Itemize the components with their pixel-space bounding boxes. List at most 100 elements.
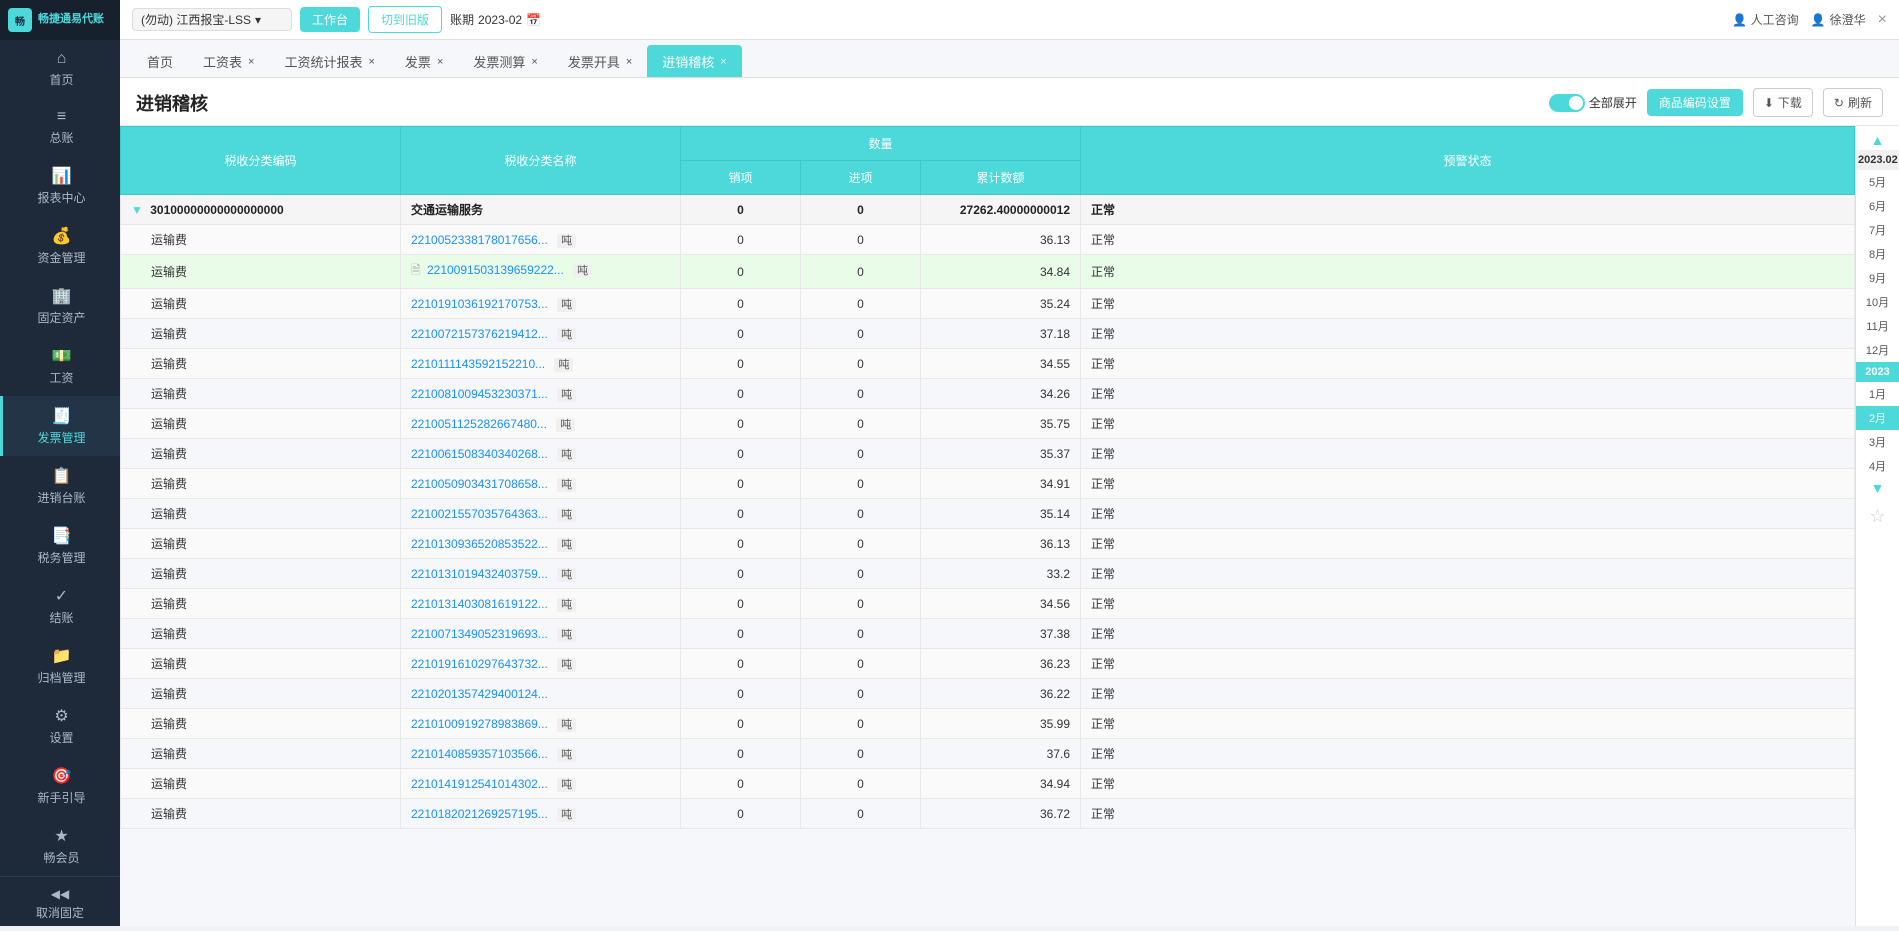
table-row[interactable]: 运输费 2210072157376219412... 吨 0 0 37.18 正…: [121, 319, 1855, 349]
tab-salary-table[interactable]: 工资表 ×: [188, 45, 269, 77]
row-purchase: 0: [801, 649, 921, 679]
tab-invoice-issue-label: 发票开具: [568, 52, 620, 71]
table-row[interactable]: 运输费 2210130936520853522... 吨 0 0 36.13 正…: [121, 529, 1855, 559]
row-item-name: 运输费: [121, 709, 401, 739]
date-nav-down[interactable]: ▼: [1869, 478, 1887, 498]
table-row[interactable]: 运输费 2210191036192170753... 吨 0 0 35.24 正…: [121, 289, 1855, 319]
table-row[interactable]: 运输费 2210201357429400124... 0 0 36.22 正常: [121, 679, 1855, 709]
month-sep[interactable]: 9月: [1856, 266, 1899, 290]
download-button[interactable]: ⬇ 下载: [1753, 88, 1813, 117]
period-label: 账期: [450, 11, 474, 28]
sidebar-item-funds[interactable]: 💰 资金管理: [0, 216, 120, 276]
topbar-right: 👤 人工咨询 👤 徐澄华 ×: [1732, 11, 1887, 29]
close-button[interactable]: ×: [1878, 11, 1887, 29]
tab-salary-report[interactable]: 工资统计报表 ×: [269, 45, 389, 77]
month-jun[interactable]: 6月: [1856, 194, 1899, 218]
sidebar-item-salary[interactable]: 💵 工资: [0, 336, 120, 396]
row-item-name: 运输费: [121, 649, 401, 679]
tab-salary-report-close[interactable]: ×: [368, 56, 374, 68]
sidebar-item-home[interactable]: ⌂ 首页: [0, 40, 120, 98]
month-feb-active[interactable]: 2月: [1856, 406, 1899, 430]
sidebar-item-archive[interactable]: 📁 归档管理: [0, 636, 120, 696]
row-sales: 0: [681, 619, 801, 649]
tab-invoice[interactable]: 发票 ×: [390, 45, 458, 77]
month-mar[interactable]: 3月: [1856, 430, 1899, 454]
month-dec[interactable]: 12月: [1856, 338, 1899, 362]
company-selector[interactable]: (勿动) 江西报宝-LSS ▾: [132, 8, 292, 31]
invoice-icon: 🧾: [52, 406, 72, 426]
favorites-icon[interactable]: ☆: [1869, 506, 1885, 527]
tab-salary-close[interactable]: ×: [248, 56, 254, 68]
tab-invoice-issue[interactable]: 发票开具 ×: [553, 45, 647, 77]
table-row[interactable]: 运输费 2210071349052319693... 吨 0 0 37.38 正…: [121, 619, 1855, 649]
table-row[interactable]: 运输费 2210021557035764363... 吨 0 0 35.14 正…: [121, 499, 1855, 529]
sidebar-item-sales-ledger[interactable]: 📋 进销台账: [0, 456, 120, 516]
row-sales: 0: [681, 225, 801, 255]
tab-invoice-close[interactable]: ×: [437, 56, 443, 68]
table-row[interactable]: 运输费 2210061508340340268... 吨 0 0 35.37 正…: [121, 439, 1855, 469]
support-link[interactable]: 👤 人工咨询: [1732, 11, 1798, 28]
row-sales: 0: [681, 319, 801, 349]
row-cumulative: 36.72: [921, 799, 1081, 829]
user-profile[interactable]: 👤 徐澄华: [1811, 11, 1866, 28]
date-nav-up[interactable]: ▲: [1869, 130, 1887, 150]
month-jan[interactable]: 1月: [1856, 382, 1899, 406]
sidebar-item-settings[interactable]: ⚙ 设置: [0, 696, 120, 756]
collapse-icon[interactable]: ▼: [131, 203, 143, 217]
month-may[interactable]: 5月: [1856, 170, 1899, 194]
sidebar-item-guide[interactable]: 🎯 新手引导: [0, 756, 120, 816]
table-row[interactable]: 运输费 2210052338178017656... 吨 0 0 36.13 正…: [121, 225, 1855, 255]
month-jul[interactable]: 7月: [1856, 218, 1899, 242]
table-row[interactable]: 运输费 2210182021269257195... 吨 0 0 36.72 正…: [121, 799, 1855, 829]
row-sales: 0: [681, 255, 801, 289]
table-row[interactable]: 运输费 2210191610297643732... 吨 0 0 36.23 正…: [121, 649, 1855, 679]
table-row[interactable]: 运输费 2210081009453230371... 吨 0 0 34.26 正…: [121, 379, 1855, 409]
tab-invoice-issue-close[interactable]: ×: [626, 56, 632, 68]
sidebar-item-reports[interactable]: 📊 报表中心: [0, 156, 120, 216]
page-header: 进销稽核 全部展开 商品编码设置 ⬇ 下载 ↻ 刷新: [120, 78, 1899, 126]
calendar-icon[interactable]: 📅: [526, 13, 541, 27]
sidebar-item-tax[interactable]: 📑 税务管理: [0, 516, 120, 576]
support-icon: 👤: [1732, 13, 1747, 27]
tab-reconcile[interactable]: 进销稽核 ×: [647, 45, 741, 77]
month-oct[interactable]: 10月: [1856, 290, 1899, 314]
workspace-button[interactable]: 工作台: [300, 7, 360, 32]
month-apr[interactable]: 4月: [1856, 454, 1899, 478]
table-row[interactable]: 运输费 2210111143592152210... 吨 0 0 34.55 正…: [121, 349, 1855, 379]
sidebar-item-label: 进销台账: [37, 489, 85, 506]
table-row[interactable]: 运输费 2210051125282667480... 吨 0 0 35.75 正…: [121, 409, 1855, 439]
month-aug[interactable]: 8月: [1856, 242, 1899, 266]
settings-button[interactable]: 商品编码设置: [1647, 89, 1743, 116]
sidebar-item-label: 设置: [49, 729, 73, 746]
expand-all-toggle[interactable]: 全部展开: [1549, 94, 1637, 112]
tab-salary-label: 工资表: [203, 52, 242, 71]
table-row[interactable]: 运输费 2210050903431708658... 吨 0 0 34.91 正…: [121, 469, 1855, 499]
table-row[interactable]: 运输费 2210140859357103566... 吨 0 0 37.6 正常: [121, 739, 1855, 769]
table-row[interactable]: 运输费 2210131019432403759... 吨 0 0 33.2 正常: [121, 559, 1855, 589]
sidebar-item-assets[interactable]: 🏢 固定资产: [0, 276, 120, 336]
sidebar-item-vip[interactable]: ★ 畅会员: [0, 816, 120, 876]
sidebar-unpin[interactable]: ◀◀ 取消固定: [0, 876, 120, 931]
sidebar-item-closing[interactable]: ✓ 结账: [0, 576, 120, 636]
sidebar-item-ledger[interactable]: ≡ 总账: [0, 98, 120, 156]
table-row[interactable]: 运输费 🗎 2210091503139659222... 吨 0 0 34.84…: [121, 255, 1855, 289]
sidebar-item-invoice[interactable]: 🧾 发票管理: [0, 396, 120, 456]
col-tax-code: 税收分类编码: [121, 127, 401, 195]
table-row[interactable]: ▼ 30100000000000000000 交通运输服务 0 0 27262.…: [121, 195, 1855, 225]
row-cumulative: 36.13: [921, 529, 1081, 559]
tab-reconcile-close[interactable]: ×: [720, 56, 726, 68]
row-item-code: 2210052338178017656... 吨: [401, 225, 681, 255]
switch-old-button[interactable]: 切到旧版: [368, 6, 442, 33]
app-logo-icon: 畅: [8, 8, 32, 32]
table-row[interactable]: 运输费 2210100919278983869... 吨 0 0 35.99 正…: [121, 709, 1855, 739]
table-row[interactable]: 运输费 2210141912541014302... 吨 0 0 34.94 正…: [121, 769, 1855, 799]
refresh-button[interactable]: ↻ 刷新: [1823, 88, 1883, 117]
month-nov[interactable]: 11月: [1856, 314, 1899, 338]
toggle-switch[interactable]: [1549, 94, 1585, 112]
row-sales: 0: [681, 379, 801, 409]
tab-home[interactable]: 首页: [132, 45, 188, 77]
tab-invoice-calc[interactable]: 发票测算 ×: [458, 45, 552, 77]
row-cumulative: 34.94: [921, 769, 1081, 799]
tab-invoice-calc-close[interactable]: ×: [531, 56, 537, 68]
table-row[interactable]: 运输费 2210131403081619122... 吨 0 0 34.56 正…: [121, 589, 1855, 619]
